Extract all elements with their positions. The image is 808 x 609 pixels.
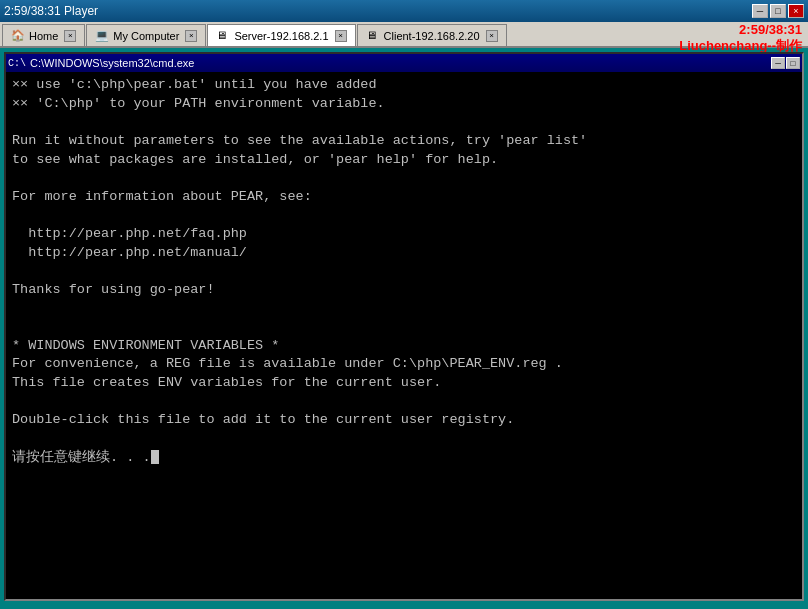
- close-button[interactable]: ×: [788, 4, 804, 18]
- watermark-line1: 2:59/38:31: [679, 22, 802, 38]
- client-icon: 🖥: [366, 29, 380, 43]
- cmd-icon: C:\: [8, 58, 26, 69]
- tab-server[interactable]: 🖥 Server-192.168.2.1 ×: [207, 24, 355, 46]
- mycomputer-icon: 💻: [95, 29, 109, 43]
- tab-mycomputer-label: My Computer: [113, 30, 179, 42]
- cmd-window-title: C:\WINDOWS\system32\cmd.exe: [30, 57, 194, 69]
- outer-window-title: 2:59/38:31 Player: [4, 4, 98, 18]
- minimize-button[interactable]: ─: [752, 4, 768, 18]
- maximize-button[interactable]: □: [770, 4, 786, 18]
- cmd-minimize-button[interactable]: ─: [771, 57, 785, 69]
- tab-client-close[interactable]: ×: [486, 30, 498, 42]
- server-icon: 🖥: [216, 29, 230, 43]
- cmd-window-controls[interactable]: ─ □: [771, 57, 800, 69]
- tab-client[interactable]: 🖥 Client-192.168.2.20 ×: [357, 24, 507, 46]
- watermark: 2:59/38:31 Liuchenchang--制作: [679, 22, 802, 53]
- tab-home-close[interactable]: ×: [64, 30, 76, 42]
- cmd-maximize-button[interactable]: □: [786, 57, 800, 69]
- cmd-window: C:\ C:\WINDOWS\system32\cmd.exe ─ □ ×× u…: [4, 52, 804, 601]
- tab-home-label: Home: [29, 30, 58, 42]
- cmd-title-bar: C:\ C:\WINDOWS\system32\cmd.exe ─ □: [6, 54, 802, 72]
- tab-server-label: Server-192.168.2.1: [234, 30, 328, 42]
- tab-mycomputer-close[interactable]: ×: [185, 30, 197, 42]
- outer-title-bar: 2:59/38:31 Player ─ □ ×: [0, 0, 808, 22]
- outer-window-controls[interactable]: ─ □ ×: [752, 4, 804, 18]
- tab-bar: 🏠 Home × 💻 My Computer × 🖥 Server-192.16…: [0, 22, 808, 48]
- tab-client-label: Client-192.168.2.20: [384, 30, 480, 42]
- watermark-line2: Liuchenchang--制作: [679, 38, 802, 54]
- tab-home[interactable]: 🏠 Home ×: [2, 24, 85, 46]
- tab-mycomputer[interactable]: 💻 My Computer ×: [86, 24, 206, 46]
- tab-server-close[interactable]: ×: [335, 30, 347, 42]
- home-icon: 🏠: [11, 29, 25, 43]
- cmd-output: ×× use 'c:\php\pear.bat' until you have …: [6, 72, 802, 599]
